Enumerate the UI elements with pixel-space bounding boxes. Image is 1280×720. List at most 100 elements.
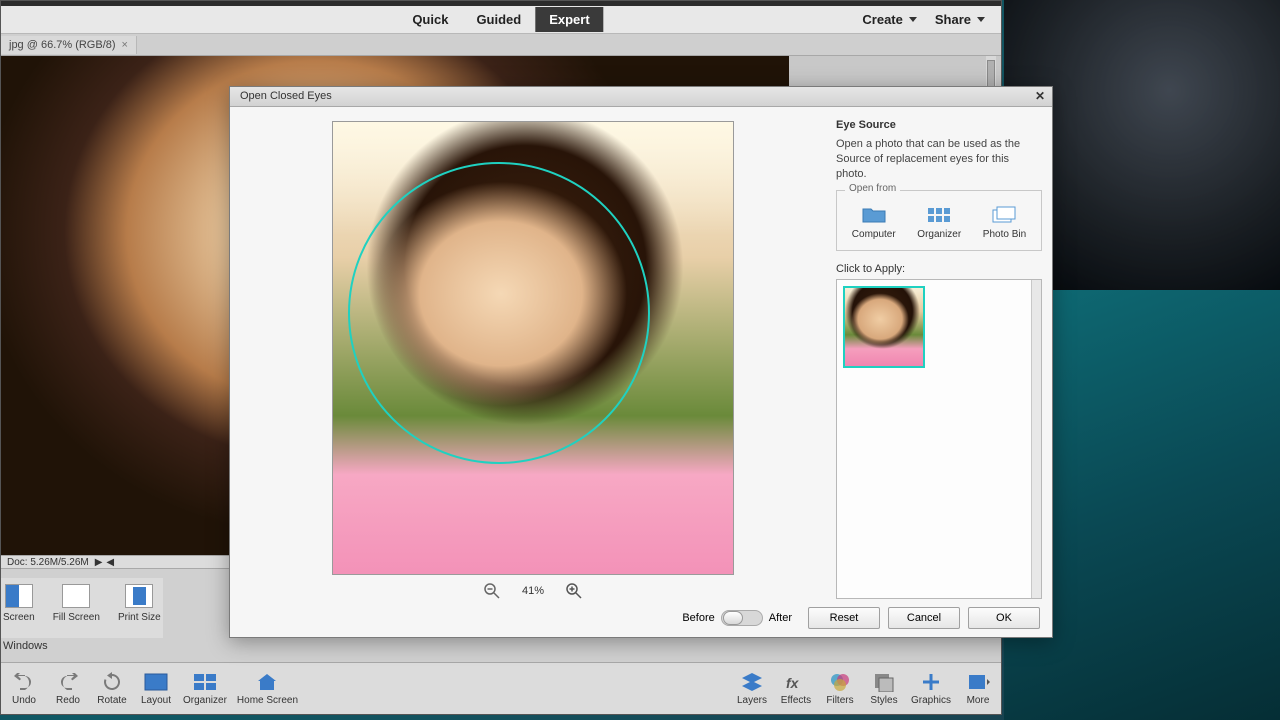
tb-label: Styles <box>870 695 897 706</box>
create-label: Create <box>862 12 902 27</box>
redo-button[interactable]: Redo <box>51 671 85 706</box>
tb-label: Home Screen <box>237 695 298 706</box>
before-label: Before <box>682 612 714 624</box>
rotate-button[interactable]: Rotate <box>95 671 129 706</box>
mode-bar: Quick Guided Expert Create Share <box>1 6 1001 34</box>
organizer-button[interactable]: Organizer <box>183 671 227 706</box>
of-label: Organizer <box>917 229 961 240</box>
styles-button[interactable]: Styles <box>867 671 901 706</box>
view-label: Fill Screen <box>53 612 100 623</box>
mode-tab-quick[interactable]: Quick <box>398 7 462 32</box>
of-label: Computer <box>852 229 896 240</box>
cancel-button[interactable]: Cancel <box>888 607 960 629</box>
svg-text:fx: fx <box>786 675 800 691</box>
undo-button[interactable]: Undo <box>7 671 41 706</box>
redo-icon <box>55 671 81 693</box>
open-from-group: Open from Computer Organizer Photo Bi <box>836 190 1042 251</box>
styles-icon <box>871 671 897 693</box>
document-tab-bar: jpg @ 66.7% (RGB/8) × <box>1 34 1001 56</box>
layers-icon <box>739 671 765 693</box>
graphics-button[interactable]: Graphics <box>911 671 951 706</box>
tb-label: Filters <box>826 695 853 706</box>
close-icon[interactable]: × <box>122 39 128 51</box>
undo-icon <box>11 671 37 693</box>
eye-source-description: Open a photo that can be used as the Sou… <box>836 137 1042 182</box>
more-icon <box>965 671 991 693</box>
photobin-icon <box>990 205 1018 225</box>
fillscreen-icon <box>62 584 90 608</box>
create-menu[interactable]: Create <box>854 8 924 31</box>
open-from-organizer-button[interactable]: Organizer <box>915 201 963 244</box>
graphics-icon <box>918 671 944 693</box>
bottom-toolbar: Undo Redo Rotate Layout Organizer Home S… <box>1 662 1001 714</box>
source-thumbnails-box <box>836 279 1042 599</box>
homescreen-button[interactable]: Home Screen <box>237 671 298 706</box>
status-scroll-left[interactable]: ◀ <box>106 557 114 568</box>
toggle-knob <box>723 611 743 625</box>
home-icon <box>254 671 280 693</box>
document-tab-label: jpg @ 66.7% (RGB/8) <box>9 39 116 51</box>
preview-image[interactable] <box>332 121 734 575</box>
share-label: Share <box>935 12 971 27</box>
effects-button[interactable]: fx Effects <box>779 671 813 706</box>
dialog-close-button[interactable]: ✕ <box>1032 89 1048 103</box>
view-fillscreen-button[interactable]: Fill Screen <box>53 582 100 634</box>
printsize-icon <box>125 584 153 608</box>
mode-tab-guided[interactable]: Guided <box>462 7 535 32</box>
view-screen-button[interactable]: Screen <box>3 582 35 634</box>
tb-label: More <box>967 695 990 706</box>
open-closed-eyes-dialog: Open Closed Eyes ✕ 41% <box>229 86 1053 638</box>
document-tab[interactable]: jpg @ 66.7% (RGB/8) × <box>1 36 137 54</box>
open-from-legend: Open from <box>845 183 900 194</box>
grid-icon <box>925 205 953 225</box>
face-detection-circle[interactable] <box>348 162 650 464</box>
of-label: Photo Bin <box>983 229 1026 240</box>
layout-icon <box>143 671 169 693</box>
open-from-photobin-button[interactable]: Photo Bin <box>981 201 1028 244</box>
layers-button[interactable]: Layers <box>735 671 769 706</box>
before-after-toggle[interactable] <box>721 610 763 626</box>
tb-label: Organizer <box>183 695 227 706</box>
status-doc-size: Doc: 5.26M/5.26M <box>7 557 89 568</box>
layout-button[interactable]: Layout <box>139 671 173 706</box>
tb-label: Undo <box>12 695 36 706</box>
source-thumbnail[interactable] <box>843 286 925 368</box>
effects-icon: fx <box>783 671 809 693</box>
view-label: Screen <box>3 612 35 623</box>
dialog-title-text: Open Closed Eyes <box>240 90 332 102</box>
filters-icon <box>827 671 853 693</box>
eye-source-heading: Eye Source <box>836 119 1042 131</box>
tb-label: Redo <box>56 695 80 706</box>
view-printsize-button[interactable]: Print Size <box>118 582 161 634</box>
rotate-icon <box>99 671 125 693</box>
tb-label: Effects <box>781 695 811 706</box>
reset-button[interactable]: Reset <box>808 607 880 629</box>
mode-tab-expert[interactable]: Expert <box>535 7 603 32</box>
status-arrow-icon[interactable]: ▶ <box>95 557 103 568</box>
folder-icon <box>860 205 888 225</box>
app-window: Quick Guided Expert Create Share jpg @ 6… <box>0 0 1002 715</box>
screen-icon <box>5 584 33 608</box>
more-button[interactable]: More <box>961 671 995 706</box>
zoom-in-icon[interactable] <box>566 583 582 599</box>
view-buttons: Screen Fill Screen Print Size <box>1 578 163 638</box>
dialog-titlebar[interactable]: Open Closed Eyes ✕ <box>230 87 1052 107</box>
zoom-level: 41% <box>522 585 544 597</box>
tb-label: Layout <box>141 695 171 706</box>
tb-label: Rotate <box>97 695 126 706</box>
zoom-out-icon[interactable] <box>484 583 500 599</box>
ok-button[interactable]: OK <box>968 607 1040 629</box>
tb-label: Layers <box>737 695 767 706</box>
windows-label: Windows <box>3 640 48 652</box>
tb-label: Graphics <box>911 695 951 706</box>
after-label: After <box>769 612 792 624</box>
chevron-down-icon <box>909 17 917 22</box>
thumbnails-scrollbar[interactable] <box>1031 280 1041 598</box>
organizer-icon <box>192 671 218 693</box>
share-menu[interactable]: Share <box>927 8 993 31</box>
open-from-computer-button[interactable]: Computer <box>850 201 898 244</box>
chevron-down-icon <box>977 17 985 22</box>
filters-button[interactable]: Filters <box>823 671 857 706</box>
click-to-apply-label: Click to Apply: <box>836 263 1042 275</box>
view-label: Print Size <box>118 612 161 623</box>
